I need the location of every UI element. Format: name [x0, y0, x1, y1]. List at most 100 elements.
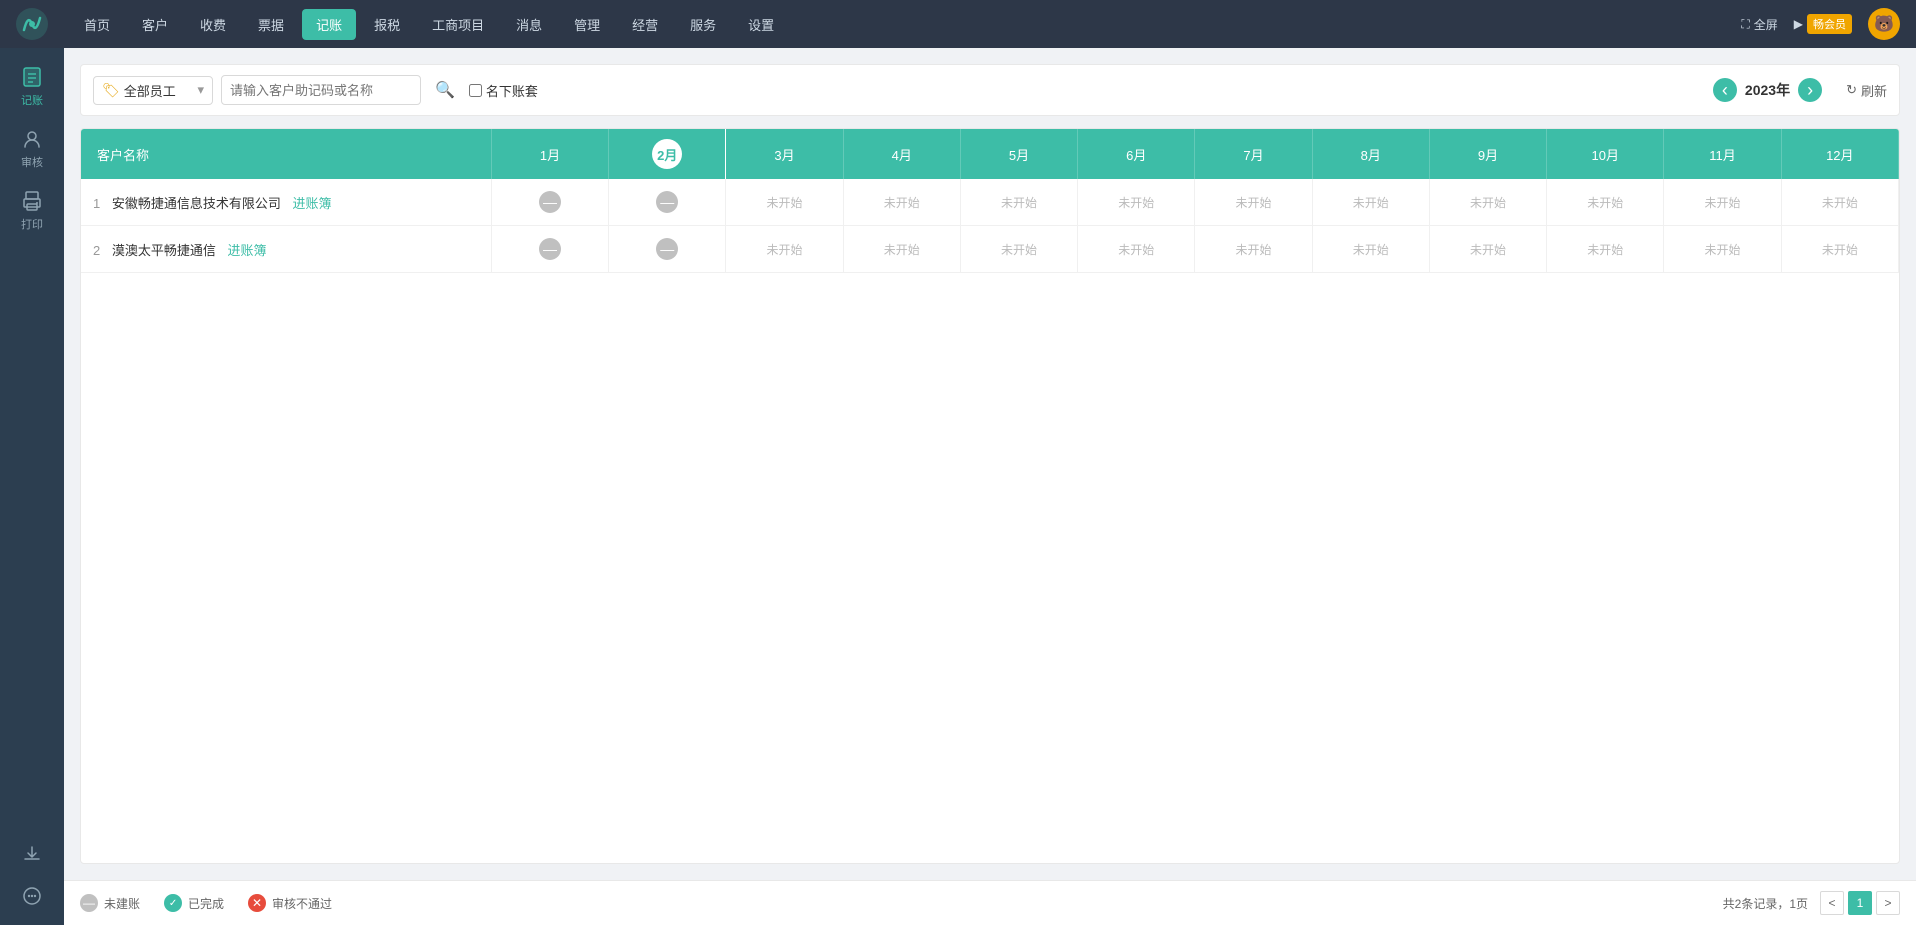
fullscreen-label: 全屏: [1754, 16, 1778, 33]
row2-company-name: 漠澳太平畅捷通信: [112, 243, 216, 258]
bookkeeping-icon: [21, 66, 43, 88]
row1-company-name: 安徽畅捷通信息技术有限公司: [112, 196, 281, 211]
completed-icon: ✓: [164, 894, 182, 912]
top-nav: 首页 客户 收费 票据 记账 报税 工商项目 消息 管理 经营 服务 设置 ⛶ …: [0, 0, 1916, 48]
prev-page-button[interactable]: <: [1820, 891, 1844, 915]
col-header-dec: 12月: [1781, 129, 1898, 179]
row1-nov: 未开始: [1664, 179, 1781, 226]
page-1-button[interactable]: 1: [1848, 891, 1872, 915]
nav-home[interactable]: 首页: [70, 9, 124, 40]
total-records-text: 共2条记录，1页: [1723, 895, 1808, 912]
refresh-button[interactable]: ↻ 刷新: [1846, 81, 1887, 100]
completed-label: 已完成: [188, 895, 224, 912]
nav-message[interactable]: 消息: [502, 9, 556, 40]
col-header-nov: 11月: [1664, 129, 1781, 179]
nav-service[interactable]: 服务: [676, 9, 730, 40]
year-nav: ‹ 2023年 ›: [1713, 78, 1822, 102]
row1-jul: 未开始: [1195, 179, 1312, 226]
row2-jan-status: —: [539, 238, 561, 260]
pagination: 共2条记录，1页 < 1 >: [1723, 891, 1900, 915]
not-created-label: 未建账: [104, 895, 140, 912]
user-avatar[interactable]: 🐻: [1868, 8, 1900, 40]
row1-oct: 未开始: [1547, 179, 1664, 226]
row2-sep: 未开始: [1429, 226, 1546, 273]
current-month-circle: 2月: [652, 139, 682, 169]
dropdown-arrow-icon: ▾: [197, 82, 204, 98]
row2-name-cell: 2 漠澳太平畅捷通信 进账簿: [81, 226, 491, 273]
employee-select[interactable]: 🏷 全部员工 ▾: [93, 76, 213, 105]
row1-jan: —: [491, 179, 608, 226]
sidebar-bookkeeping-label: 记账: [21, 92, 43, 108]
accounts-checkbox[interactable]: [469, 84, 482, 97]
accounts-filter[interactable]: 名下账套: [469, 81, 538, 100]
col-header-mar: 3月: [726, 129, 843, 179]
nav-invoice[interactable]: 票据: [244, 9, 298, 40]
sidebar-print-label: 打印: [21, 216, 43, 232]
sidebar-audit-label: 审核: [21, 154, 43, 170]
sidebar-download[interactable]: [0, 833, 64, 875]
main-layout: 记账 审核 打印: [0, 48, 1916, 925]
row1-sep: 未开始: [1429, 179, 1546, 226]
accounts-label: 名下账套: [486, 81, 538, 100]
audit-icon: [21, 128, 43, 150]
row2-oct: 未开始: [1547, 226, 1664, 273]
legend-not-created: — 未建账: [80, 894, 140, 912]
row2-enter-button[interactable]: 进账簿: [228, 243, 267, 258]
col-header-aug: 8月: [1312, 129, 1429, 179]
year-display: 2023年: [1745, 80, 1790, 100]
main-content: 🏷 全部员工 ▾ 🔍 名下账套 ‹ 2023年 ›: [64, 48, 1916, 925]
row2-jun: 未开始: [1078, 226, 1195, 273]
footer: — 未建账 ✓ 已完成 ✕ 审核不通过 共2条记录，1页 < 1 >: [64, 880, 1916, 925]
search-icon: 🔍: [435, 82, 455, 99]
nav-tax[interactable]: 报税: [360, 9, 414, 40]
table-row: 2 漠澳太平畅捷通信 进账簿 — — 未开始 未开始 未开始 未开始 未开始 未…: [81, 226, 1899, 273]
video-icon: ▶: [1794, 17, 1803, 31]
refresh-label: 刷新: [1861, 81, 1887, 100]
row1-feb-status: —: [656, 191, 678, 213]
legend-completed: ✓ 已完成: [164, 894, 224, 912]
row1-apr: 未开始: [843, 179, 960, 226]
refresh-icon: ↻: [1846, 82, 1857, 98]
search-input[interactable]: [221, 75, 421, 105]
nav-manage[interactable]: 管理: [560, 9, 614, 40]
col-header-jun: 6月: [1078, 129, 1195, 179]
nav-items: 首页 客户 收费 票据 记账 报税 工商项目 消息 管理 经营 服务 设置: [70, 9, 1741, 40]
nav-bookkeeping[interactable]: 记账: [302, 9, 356, 40]
next-year-button[interactable]: ›: [1798, 78, 1822, 102]
vip-badge: 畅会员: [1807, 14, 1852, 34]
row2-feb: —: [609, 226, 726, 273]
col-header-jan: 1月: [491, 129, 608, 179]
filter-bar: 🏷 全部员工 ▾ 🔍 名下账套 ‹ 2023年 ›: [80, 64, 1900, 116]
row2-mar: 未开始: [726, 226, 843, 273]
search-button[interactable]: 🔍: [429, 78, 461, 102]
fullscreen-button[interactable]: ⛶ 全屏: [1741, 16, 1777, 33]
row1-feb: —: [609, 179, 726, 226]
row1-enter-button[interactable]: 进账簿: [293, 196, 332, 211]
row1-may: 未开始: [960, 179, 1077, 226]
employee-icon: 🏷: [102, 82, 120, 99]
sidebar-item-print[interactable]: 打印: [0, 180, 64, 242]
sidebar-item-audit[interactable]: 审核: [0, 118, 64, 180]
nav-business[interactable]: 工商项目: [418, 9, 498, 40]
sidebar-item-bookkeeping[interactable]: 记账: [0, 56, 64, 118]
nav-customer[interactable]: 客户: [128, 9, 182, 40]
rejected-icon: ✕: [248, 894, 266, 912]
row1-name-cell: 1 安徽畅捷通信息技术有限公司 进账簿: [81, 179, 491, 226]
sidebar-chat[interactable]: [0, 875, 64, 917]
row1-dec: 未开始: [1781, 179, 1898, 226]
row1-num: 1: [93, 196, 100, 211]
nav-operation[interactable]: 经营: [618, 9, 672, 40]
nav-fee[interactable]: 收费: [186, 9, 240, 40]
col-header-apr: 4月: [843, 129, 960, 179]
row2-apr: 未开始: [843, 226, 960, 273]
row1-aug: 未开始: [1312, 179, 1429, 226]
next-page-button[interactable]: >: [1876, 891, 1900, 915]
col-header-oct: 10月: [1547, 129, 1664, 179]
prev-year-button[interactable]: ‹: [1713, 78, 1737, 102]
vip-button[interactable]: ▶ 畅会员: [1794, 14, 1852, 34]
nav-settings[interactable]: 设置: [734, 9, 788, 40]
row2-num: 2: [93, 243, 100, 258]
app-logo: [0, 0, 64, 48]
rejected-label: 审核不通过: [272, 895, 332, 912]
row2-dec: 未开始: [1781, 226, 1898, 273]
